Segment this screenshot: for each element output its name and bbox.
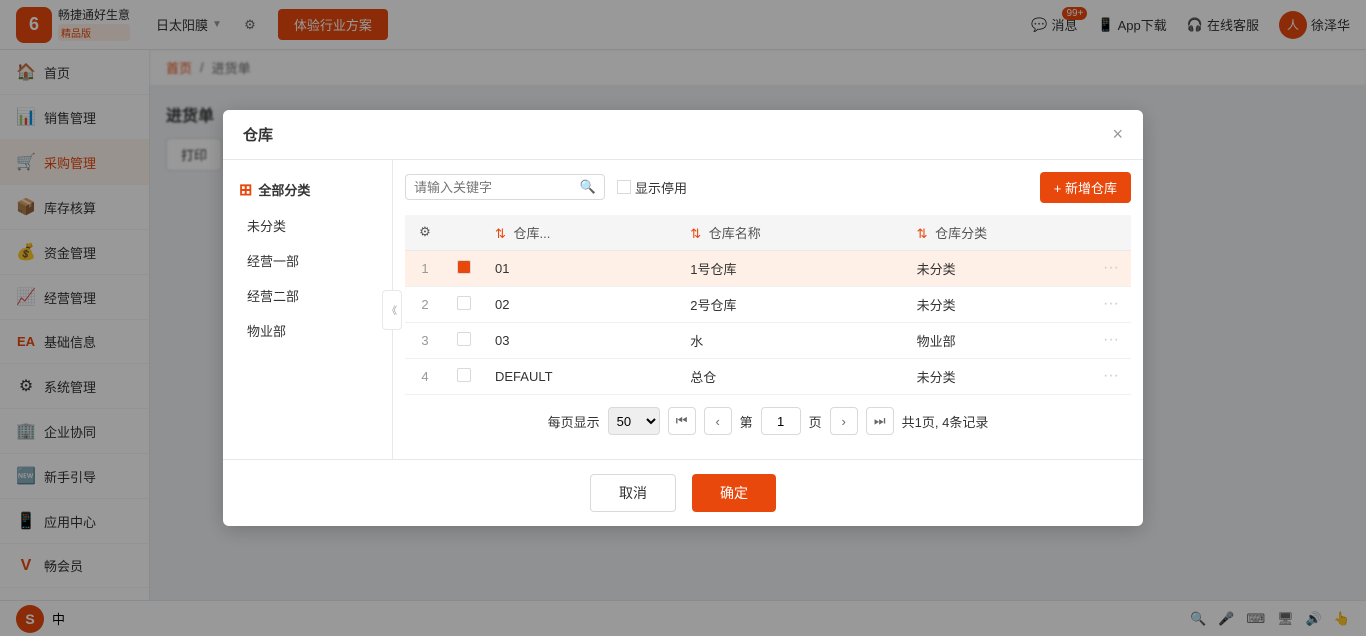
last-page-button[interactable]: ⏭ — [866, 407, 894, 435]
th-gear: ⚙ — [405, 215, 445, 251]
warehouse-table-wrap: ⚙ ⇅ 仓库... ⇅ 仓库名称 — [405, 215, 1131, 396]
row-code: 02 — [483, 287, 678, 323]
row-code: 03 — [483, 323, 678, 359]
row-checkbox[interactable] — [445, 323, 483, 359]
search-box: 🔍 — [405, 174, 605, 200]
table-row[interactable]: 2 02 2号仓库 未分类 ··· — [405, 287, 1131, 323]
row-category: 物业部 ··· — [905, 323, 1131, 359]
row-checkbox[interactable] — [445, 359, 483, 395]
row-name: 1号仓库 — [678, 250, 904, 287]
sort-icon-name: ⇅ — [690, 226, 701, 241]
row-no: 3 — [405, 323, 445, 359]
per-page-label: 每页显示 — [548, 412, 600, 431]
row-no: 1 — [405, 250, 445, 287]
row-code: DEFAULT — [483, 359, 678, 395]
cancel-button[interactable]: 取消 — [590, 474, 676, 512]
warehouse-modal: 仓库 × ⊞ 全部分类 未分类 经营一部 经营二部 — [223, 110, 1143, 527]
page-input[interactable] — [761, 407, 801, 435]
row-no: 2 — [405, 287, 445, 323]
collapse-panel-button[interactable]: 《 — [382, 290, 402, 330]
row-category: 未分类 ··· — [905, 359, 1131, 395]
search-input[interactable] — [414, 180, 580, 195]
table-row[interactable]: 1 01 1号仓库 未分类 ··· — [405, 250, 1131, 287]
category-item-ops1[interactable]: 经营一部 — [223, 243, 392, 278]
row-no: 4 — [405, 359, 445, 395]
show-disabled-checkbox[interactable] — [617, 180, 631, 194]
table-row[interactable]: 3 03 水 物业部 ··· — [405, 323, 1131, 359]
modal-close-button[interactable]: × — [1112, 124, 1123, 145]
category-item-ops2[interactable]: 经营二部 — [223, 278, 392, 313]
row-name: 2号仓库 — [678, 287, 904, 323]
prev-page-button[interactable]: ‹ — [704, 407, 732, 435]
row-action-dots[interactable]: ··· — [1103, 331, 1119, 349]
row-name: 水 — [678, 323, 904, 359]
warehouse-table: ⚙ ⇅ 仓库... ⇅ 仓库名称 — [405, 215, 1131, 396]
sort-icon-code: ⇅ — [495, 226, 506, 241]
show-disabled-toggle: 显示停用 — [617, 178, 687, 197]
row-name: 总仓 — [678, 359, 904, 395]
row-action-dots[interactable]: ··· — [1103, 259, 1119, 277]
right-toolbar: 🔍 显示停用 + 新增仓库 — [405, 172, 1131, 203]
total-info: 共1页, 4条记录 — [902, 412, 989, 431]
row-checkbox[interactable] — [445, 250, 483, 287]
th-category: ⇅ 仓库分类 — [905, 215, 1131, 251]
confirm-button[interactable]: 确定 — [692, 474, 776, 512]
sort-icon-category: ⇅ — [917, 226, 928, 241]
modal-title: 仓库 — [243, 124, 273, 145]
row-code: 01 — [483, 250, 678, 287]
table-row[interactable]: 4 DEFAULT 总仓 未分类 ··· — [405, 359, 1131, 395]
next-page-button[interactable]: › — [830, 407, 858, 435]
add-warehouse-button[interactable]: + 新增仓库 — [1040, 172, 1131, 203]
modal-body: ⊞ 全部分类 未分类 经营一部 经营二部 物业部 《 — [223, 160, 1143, 460]
all-categories-label: 全部分类 — [258, 180, 310, 199]
page-unit: 页 — [809, 412, 822, 431]
all-categories-item[interactable]: ⊞ 全部分类 — [223, 172, 392, 208]
row-category: 未分类 ··· — [905, 287, 1131, 323]
th-code: ⇅ 仓库... — [483, 215, 678, 251]
show-disabled-label: 显示停用 — [635, 178, 687, 197]
category-item-property[interactable]: 物业部 — [223, 313, 392, 348]
category-panel: ⊞ 全部分类 未分类 经营一部 经营二部 物业部 《 — [223, 160, 393, 460]
warehouse-list-panel: 🔍 显示停用 + 新增仓库 ⚙ — [393, 160, 1143, 460]
category-item-unclassified[interactable]: 未分类 — [223, 208, 392, 243]
row-category: 未分类 ··· — [905, 251, 1131, 287]
row-action-dots[interactable]: ··· — [1103, 367, 1119, 385]
modal-footer: 取消 确定 — [223, 459, 1143, 526]
modal-header: 仓库 × — [223, 110, 1143, 160]
search-icon[interactable]: 🔍 — [580, 179, 596, 195]
th-name: ⇅ 仓库名称 — [678, 215, 904, 251]
first-page-button[interactable]: ⏮ — [668, 407, 696, 435]
pagination: 每页显示 50 20 100 ⏮ ‹ 第 页 › ⏭ 共1页, 4条记录 — [405, 395, 1131, 447]
row-action-dots[interactable]: ··· — [1103, 295, 1119, 313]
row-checkbox[interactable] — [445, 287, 483, 323]
modal-overlay: 仓库 × ⊞ 全部分类 未分类 经营一部 经营二部 — [0, 0, 1366, 636]
page-label: 第 — [740, 412, 753, 431]
grid-icon: ⊞ — [239, 180, 252, 200]
per-page-select[interactable]: 50 20 100 — [608, 407, 660, 435]
table-header-row: ⚙ ⇅ 仓库... ⇅ 仓库名称 — [405, 215, 1131, 251]
th-check — [445, 215, 483, 251]
